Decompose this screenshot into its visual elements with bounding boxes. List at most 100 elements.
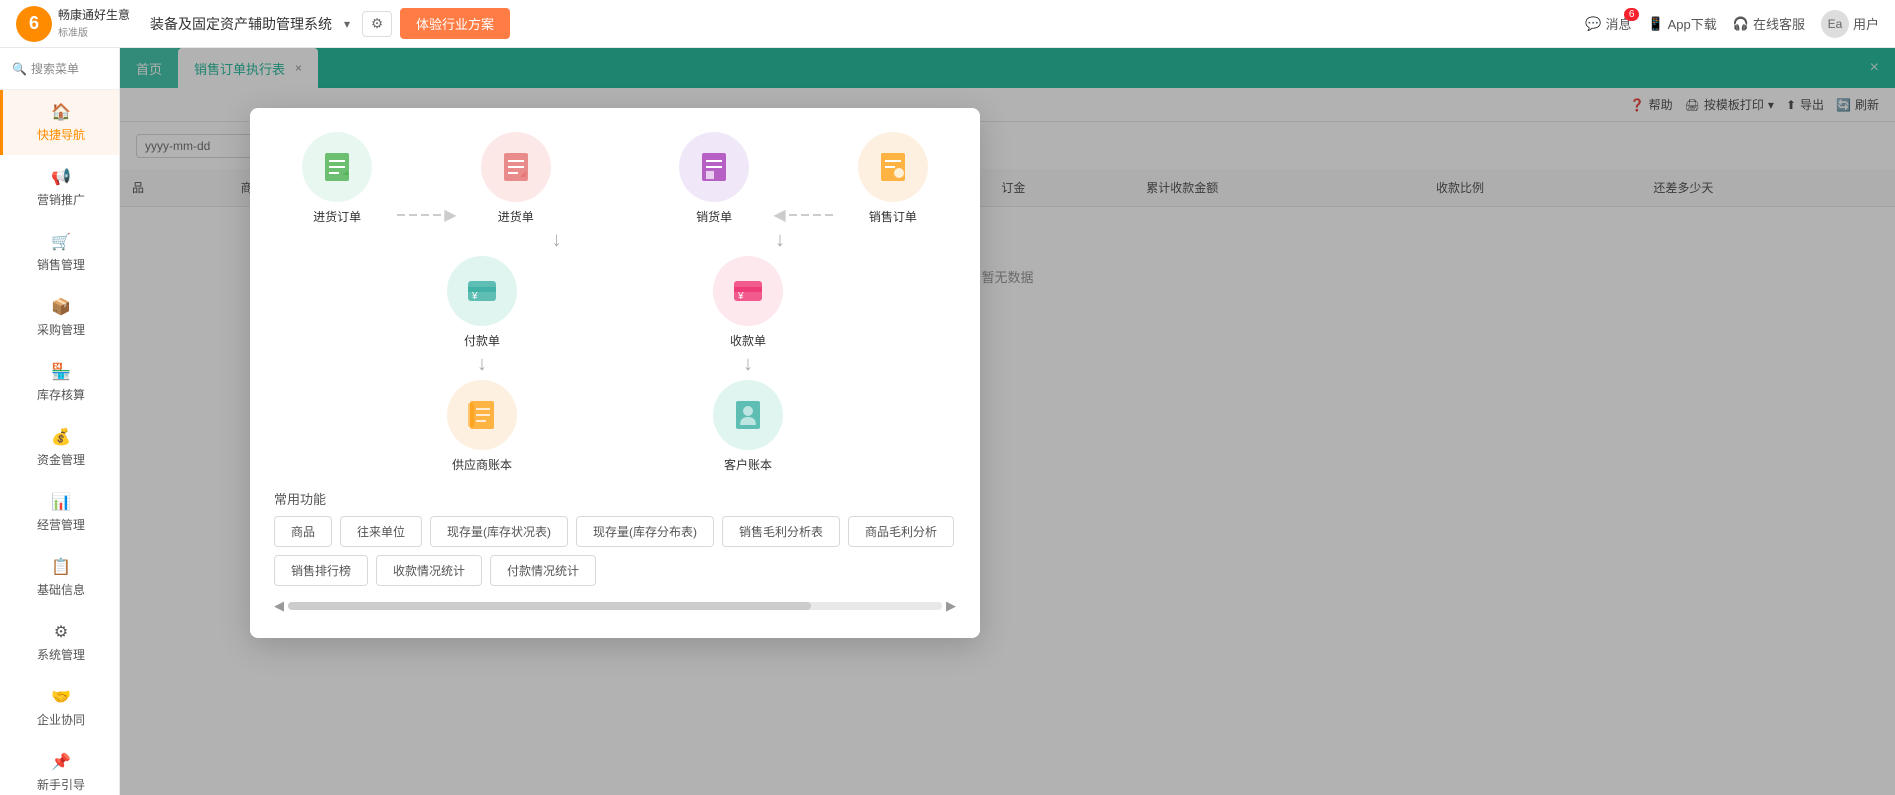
sidebar-item-quick-nav[interactable]: 🏠 快捷导航 (0, 90, 119, 155)
sidebar-item-sales[interactable]: 🛒 销售管理 (0, 220, 119, 285)
spacer-r2n-1 (319, 256, 389, 349)
sales-bill-label: 销货单 (696, 208, 732, 225)
search-menu-button[interactable]: 🔍 搜索菜单 (8, 56, 111, 81)
user-avatar-button[interactable]: Ea 用户 (1821, 10, 1879, 38)
top-right-area: 💬 消息 6 📱 App下载 🎧 在线客服 Ea 用户 (1585, 10, 1879, 38)
down-arrow-receipt: ↓ (713, 353, 783, 376)
common-btn-goods[interactable]: 商品 (274, 516, 332, 547)
purchase-order-label: 进货订单 (313, 208, 361, 225)
flow-node-receipt[interactable]: ¥ 收款单 (713, 256, 783, 349)
svg-text:¥: ¥ (737, 291, 744, 302)
modal-scrollbar: ◀ ▶ (274, 598, 956, 614)
content-area: 首页 销售订单执行表 × × ❓ 帮助 🖨 按模板打印 ▾ (120, 48, 1895, 795)
arrow-purchase-to-bill: ▶ (396, 185, 456, 225)
online-service-button[interactable]: 🎧 在线客服 (1733, 14, 1805, 33)
megaphone-icon: 📢 (51, 167, 71, 187)
purchase-order-icon (302, 132, 372, 202)
sidebar-item-inventory[interactable]: 🏪 库存核算 (0, 350, 119, 415)
flow-node-customer-ledger[interactable]: 客户账本 (713, 380, 783, 473)
spacer-r3-2 (575, 353, 655, 376)
common-buttons-row2: 销售排行榜 收款情况统计 付款情况统计 (274, 555, 956, 586)
flow-node-payment[interactable]: ¥ 付款单 (447, 256, 517, 349)
common-functions-section: 常用功能 商品 往来单位 现存量(库存状况表) 现存量(库存分布表) 销售毛利分… (274, 489, 956, 586)
app-download-label: App下载 (1668, 14, 1717, 33)
sidebar-item-collab[interactable]: 🤝 企业协同 (0, 675, 119, 740)
scroll-track[interactable] (288, 602, 942, 610)
search-icon: 🔍 (12, 62, 27, 76)
common-btn-payment-stats[interactable]: 付款情况统计 (490, 555, 596, 586)
store-icon: 🏪 (51, 362, 71, 382)
spacer-r3n-3 (841, 380, 911, 473)
sidebar-item-purchase[interactable]: 📦 采购管理 (0, 285, 119, 350)
flow-node-sales-bill[interactable]: 销货单 (679, 132, 749, 225)
app-download-button[interactable]: 📱 App下载 (1647, 14, 1716, 33)
settings-button[interactable]: ⚙ (362, 11, 392, 37)
sidebar-search-area: 🔍 搜索菜单 (0, 48, 119, 90)
down-arrow-payment: ↓ (447, 353, 517, 376)
sales-order-label: 销售订单 (869, 208, 917, 225)
flow-node-sales-order[interactable]: 销售订单 (858, 132, 928, 225)
down-arrow-sales: ↓ (745, 229, 815, 252)
guide-icon: 📌 (51, 752, 71, 772)
headset-icon: 🎧 (1733, 16, 1749, 32)
sidebar-item-operations[interactable]: 📊 经营管理 (0, 480, 119, 545)
common-btn-partners[interactable]: 往来单位 (340, 516, 422, 547)
search-menu-label: 搜索菜单 (31, 60, 79, 77)
common-btn-goods-margin[interactable]: 商品毛利分析 (848, 516, 954, 547)
arrow-sales-to-order: ◀ (773, 185, 833, 225)
system-title-area: 装备及固定资产辅助管理系统 ▾ ⚙ (150, 11, 392, 37)
flow-node-supplier-ledger[interactable]: 供应商账本 (447, 380, 517, 473)
spacer-row2-4 (852, 229, 922, 252)
payment-label: 付款单 (464, 332, 500, 349)
sidebar-item-label: 快捷导航 (37, 126, 85, 143)
logo-text-group: 畅康通好生意 标准版 (58, 8, 130, 39)
svg-text:¥: ¥ (471, 291, 478, 302)
clipboard-icon: 📋 (51, 557, 71, 577)
scroll-right-icon[interactable]: ▶ (946, 598, 956, 614)
sidebar-item-marketing[interactable]: 📢 营销推广 (0, 155, 119, 220)
supplier-ledger-label: 供应商账本 (452, 456, 512, 473)
sales-order-icon (858, 132, 928, 202)
sidebar-item-basic-info[interactable]: 📋 基础信息 (0, 545, 119, 610)
common-btn-stock-status[interactable]: 现存量(库存状况表) (430, 516, 568, 547)
message-badge: 6 (1624, 8, 1640, 21)
spacer-r3n-2 (575, 380, 655, 473)
receipt-icon: ¥ (713, 256, 783, 326)
user-label: 用户 (1853, 14, 1879, 33)
down-arrow-purchase: ↓ (522, 229, 592, 252)
sidebar-item-label: 系统管理 (37, 646, 85, 663)
customer-ledger-icon (713, 380, 783, 450)
sidebar-item-system[interactable]: ⚙ 系统管理 (0, 610, 119, 675)
flow-node-purchase-bill[interactable]: 进货单 (481, 132, 551, 225)
sidebar-item-newbie[interactable]: 📌 新手引导 (0, 740, 119, 795)
receipt-label: 收款单 (730, 332, 766, 349)
phone-icon: 📱 (1647, 16, 1663, 32)
sidebar-item-label: 资金管理 (37, 451, 85, 468)
spacer-r2n-3 (841, 256, 911, 349)
scroll-left-icon[interactable]: ◀ (274, 598, 284, 614)
logo-area: 6 畅康通好生意 标准版 (16, 6, 130, 42)
chart-icon: 📊 (51, 492, 71, 512)
spacer-row2-2 (415, 229, 485, 252)
common-btn-sales-margin[interactable]: 销售毛利分析表 (722, 516, 840, 547)
flow-modal: 进货订单 ▶ (250, 108, 980, 638)
common-btn-receipt-stats[interactable]: 收款情况统计 (376, 555, 482, 586)
spacer-r3-3 (841, 353, 911, 376)
message-button[interactable]: 💬 消息 6 (1585, 14, 1631, 33)
common-btn-sales-rank[interactable]: 销售排行榜 (274, 555, 368, 586)
try-plan-button[interactable]: 体验行业方案 (400, 8, 510, 39)
sidebar-item-label: 采购管理 (37, 321, 85, 338)
sidebar: 🔍 搜索菜单 🏠 快捷导航 📢 营销推广 🛒 销售管理 📦 采购管理 (0, 48, 120, 795)
flow-node-purchase-order[interactable]: 进货订单 (302, 132, 372, 225)
scroll-thumb (288, 602, 811, 610)
home-icon: 🏠 (51, 102, 71, 122)
sidebar-item-finance[interactable]: 💰 资金管理 (0, 415, 119, 480)
customer-ledger-label: 客户账本 (724, 456, 772, 473)
logo-text: 畅康通好生意 (58, 8, 130, 24)
common-functions-title: 常用功能 (274, 489, 956, 508)
common-btn-stock-dist[interactable]: 现存量(库存分布表) (576, 516, 714, 547)
system-dropdown-button[interactable]: ▾ (344, 17, 350, 31)
sales-bill-icon (679, 132, 749, 202)
modal-overlay: 进货订单 ▶ (120, 48, 1895, 795)
sidebar-item-label: 新手引导 (37, 776, 85, 793)
